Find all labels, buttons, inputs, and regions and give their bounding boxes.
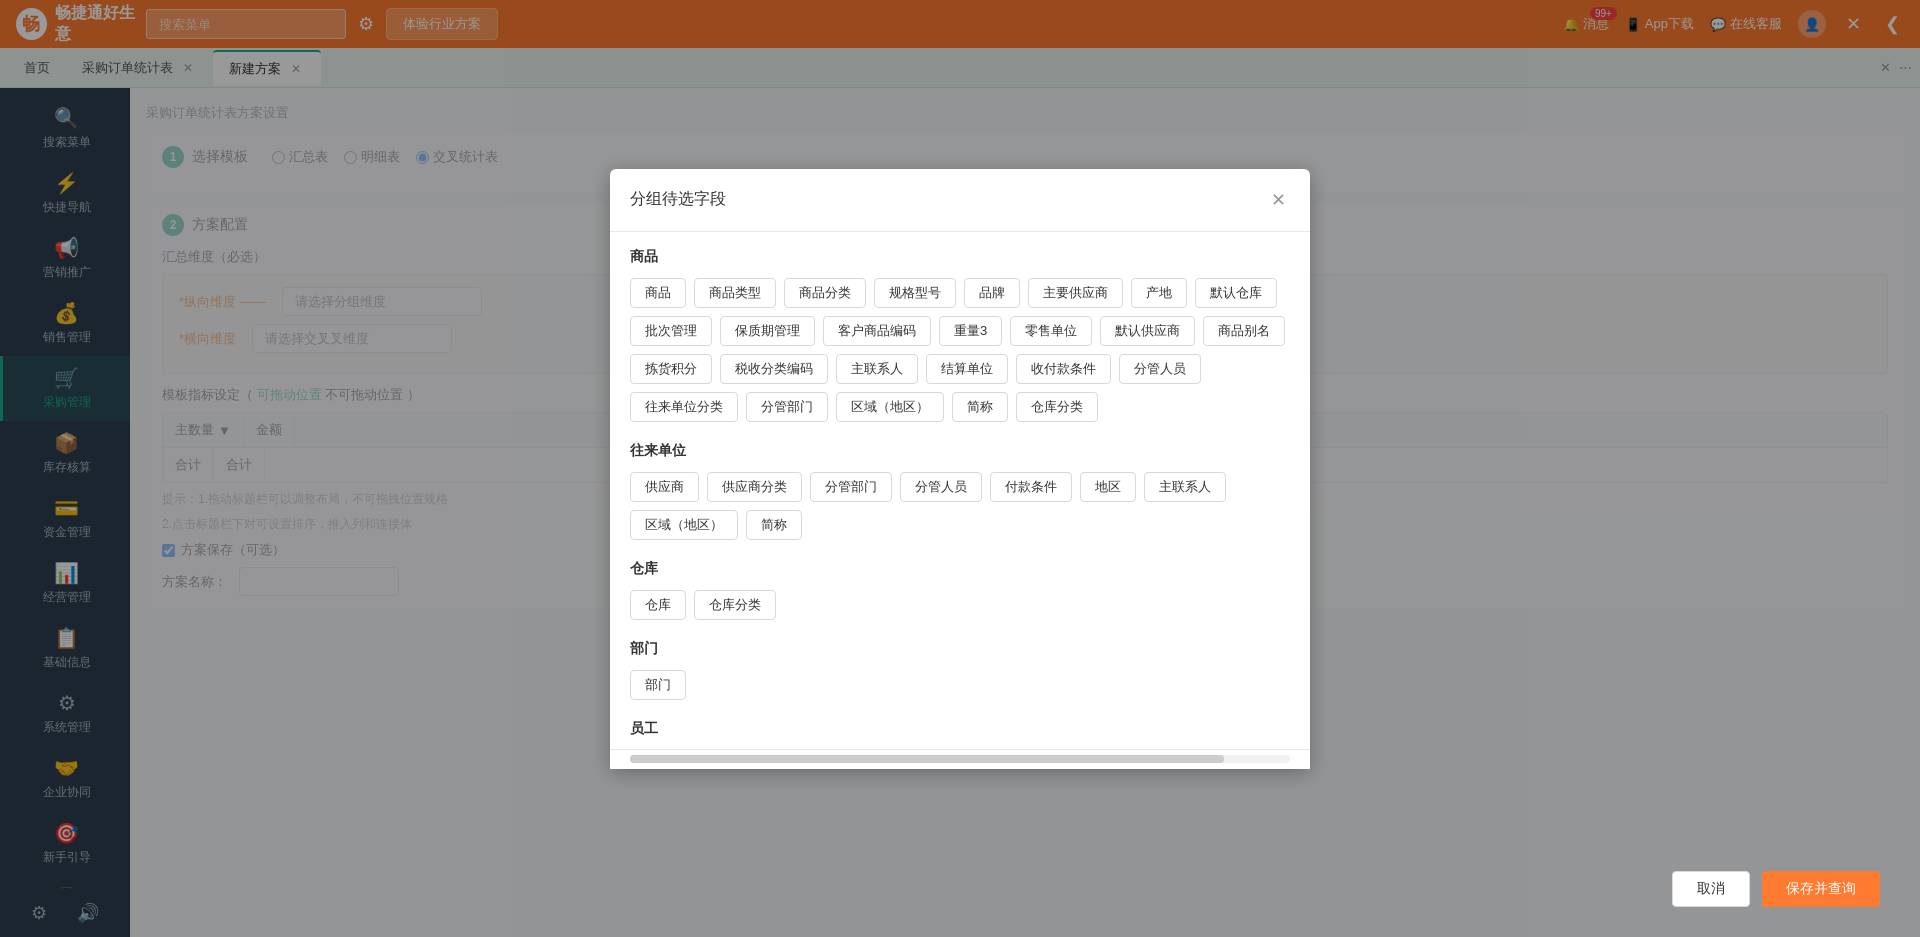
field-tag[interactable]: 批次管理 [630,316,712,346]
field-tag[interactable]: 地区 [1080,472,1136,502]
field-tag[interactable]: 分管人员 [900,472,982,502]
section-partner-title: 往来单位 [630,442,1290,460]
field-tag[interactable]: 默认仓库 [1195,278,1277,308]
section-partner: 往来单位 供应商 供应商分类 分管部门 分管人员 付款条件 地区 主联系人 区域… [630,442,1290,540]
section-warehouse-fields: 仓库 仓库分类 [630,590,1290,620]
field-tag[interactable]: 客户商品编码 [823,316,931,346]
modal-footer: 取消 保存并查询 [1672,871,1880,907]
section-department-fields: 部门 [630,670,1290,700]
modal-title: 分组待选字段 [630,189,726,210]
field-tag[interactable]: 简称 [952,392,1008,422]
field-tag[interactable]: 零售单位 [1010,316,1092,346]
modal-body[interactable]: 商品 商品 商品类型 商品分类 规格型号 品牌 主要供应商 产地 默认仓库 批次… [610,232,1310,749]
field-tag[interactable]: 仓库分类 [694,590,776,620]
field-tag[interactable]: 分管部门 [810,472,892,502]
field-tag[interactable]: 结算单位 [926,354,1008,384]
section-product-fields: 商品 商品类型 商品分类 规格型号 品牌 主要供应商 产地 默认仓库 批次管理 … [630,278,1290,422]
field-tag[interactable]: 仓库 [630,590,686,620]
section-employee-title: 员工 [630,720,1290,738]
field-tag[interactable]: 分管部门 [746,392,828,422]
field-tag[interactable]: 主联系人 [836,354,918,384]
section-partner-fields: 供应商 供应商分类 分管部门 分管人员 付款条件 地区 主联系人 区域（地区） … [630,472,1290,540]
save-button[interactable]: 保存并查询 [1762,871,1880,907]
field-tag[interactable]: 规格型号 [874,278,956,308]
field-tag[interactable]: 区域（地区） [836,392,944,422]
field-tag[interactable]: 部门 [630,670,686,700]
field-tag[interactable]: 往来单位分类 [630,392,738,422]
modal: 分组待选字段 ✕ 商品 商品 商品类型 商品分类 规格型号 品牌 主要供应商 产… [610,169,1310,769]
cancel-button[interactable]: 取消 [1672,871,1750,907]
field-tag[interactable]: 品牌 [964,278,1020,308]
field-tag[interactable]: 供应商 [630,472,699,502]
modal-header: 分组待选字段 ✕ [610,169,1310,232]
field-tag[interactable]: 商品 [630,278,686,308]
modal-close-button[interactable]: ✕ [1267,185,1290,215]
field-tag[interactable]: 分管人员 [1119,354,1201,384]
field-tag[interactable]: 税收分类编码 [720,354,828,384]
field-tag[interactable]: 付款条件 [990,472,1072,502]
field-tag[interactable]: 简称 [746,510,802,540]
field-tag[interactable]: 拣货积分 [630,354,712,384]
section-department: 部门 部门 [630,640,1290,700]
field-tag[interactable]: 商品分类 [784,278,866,308]
field-tag[interactable]: 主要供应商 [1028,278,1123,308]
section-department-title: 部门 [630,640,1290,658]
section-employee: 员工 业务员 [630,720,1290,749]
section-product-title: 商品 [630,248,1290,266]
field-tag[interactable]: 保质期管理 [720,316,815,346]
field-tag[interactable]: 供应商分类 [707,472,802,502]
section-product: 商品 商品 商品类型 商品分类 规格型号 品牌 主要供应商 产地 默认仓库 批次… [630,248,1290,422]
field-tag[interactable]: 主联系人 [1144,472,1226,502]
field-tag[interactable]: 商品别名 [1203,316,1285,346]
field-tag[interactable]: 产地 [1131,278,1187,308]
field-tag[interactable]: 商品类型 [694,278,776,308]
modal-overlay: 分组待选字段 ✕ 商品 商品 商品类型 商品分类 规格型号 品牌 主要供应商 产… [0,0,1920,937]
field-tag[interactable]: 重量3 [939,316,1002,346]
section-warehouse: 仓库 仓库 仓库分类 [630,560,1290,620]
section-warehouse-title: 仓库 [630,560,1290,578]
field-tag[interactable]: 区域（地区） [630,510,738,540]
field-tag[interactable]: 仓库分类 [1016,392,1098,422]
field-tag[interactable]: 默认供应商 [1100,316,1195,346]
field-tag[interactable]: 收付款条件 [1016,354,1111,384]
